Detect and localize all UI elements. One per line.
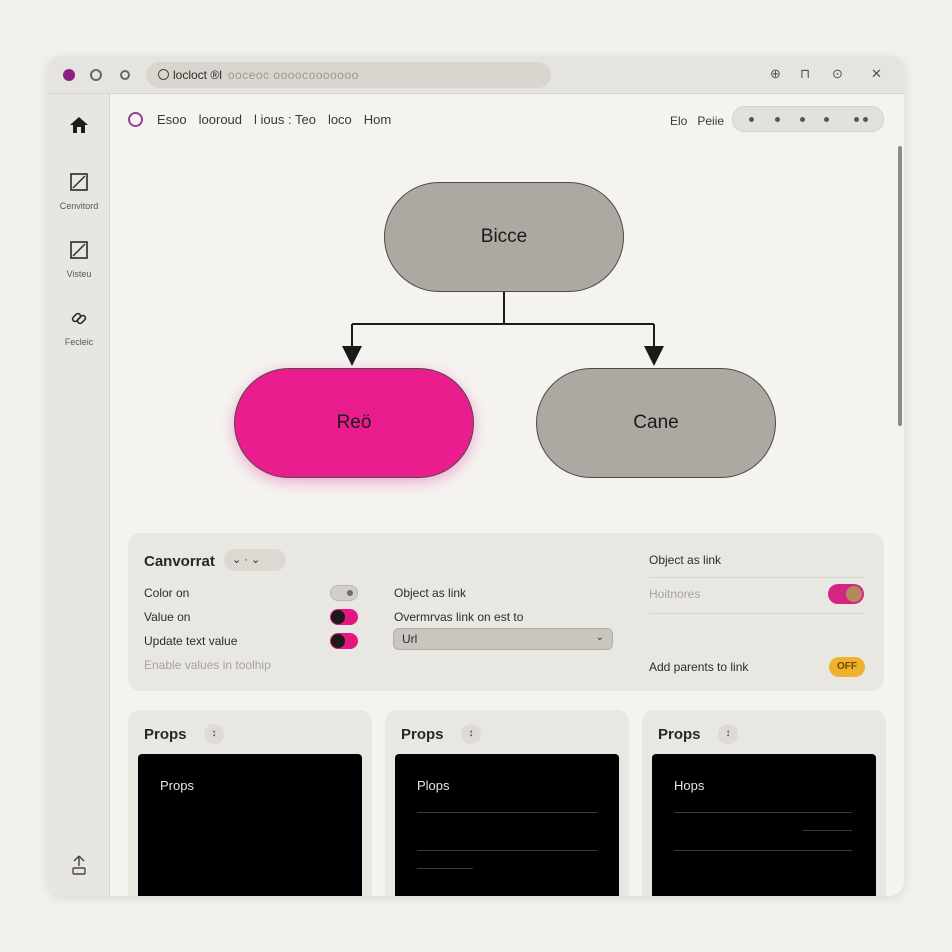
- control-dot[interactable]: [863, 117, 868, 122]
- control-dot[interactable]: [800, 117, 805, 122]
- control-dot[interactable]: [775, 117, 780, 122]
- flow-node-root[interactable]: Bicce: [384, 182, 624, 292]
- card-title: Props: [401, 726, 444, 743]
- divider: [649, 613, 865, 614]
- props-card: Props ↕ Props: [128, 710, 372, 896]
- url-text: locloct ®l: [173, 68, 222, 82]
- breadcrumb: Esoo looroud l ious : Teo loco Hom: [128, 112, 403, 127]
- mode-dropdown[interactable]: ⌄ · ⌄: [224, 549, 286, 571]
- breadcrumb-item[interactable]: looroud: [199, 112, 242, 127]
- control-dot[interactable]: [854, 117, 859, 122]
- chevron-down-icon: ⌄: [595, 632, 604, 643]
- close-icon[interactable]: ✕: [871, 66, 882, 82]
- link-target-select[interactable]: Url ⌄: [393, 628, 613, 650]
- site-info-icon: [158, 69, 169, 80]
- sidebar-item-label: Fecleic: [64, 337, 94, 347]
- title-bar: locloct ®l ooceoc oooocooooooo ⊕ ⊓ ⊙ ✕: [48, 56, 904, 94]
- sidebar-item-link[interactable]: Fecleic: [48, 308, 110, 347]
- close-window-dot[interactable]: [63, 69, 75, 81]
- minimize-window-dot[interactable]: [90, 69, 102, 81]
- color-on-label: Color on: [144, 586, 190, 600]
- sort-icon[interactable]: ↕: [718, 724, 738, 744]
- card-title: Props: [658, 726, 701, 743]
- settings-panel: Canvorrat ⌄ · ⌄ Color on Value on Update…: [128, 533, 884, 691]
- value-on-toggle[interactable]: [330, 609, 358, 625]
- tooltip-values-label: Enable values in toolhip: [144, 658, 271, 672]
- sidebar-item-home[interactable]: [48, 114, 110, 141]
- app-logo-icon: [128, 112, 143, 127]
- home-icon: [70, 117, 88, 133]
- breadcrumb-item[interactable]: loco: [328, 112, 352, 127]
- app-window: locloct ®l ooceoc oooocooooooo ⊕ ⊓ ⊙ ✕ Ce…: [48, 56, 904, 896]
- breadcrumb-item[interactable]: Esoo: [157, 112, 187, 127]
- override-link-label: Overmrvas link on est to: [394, 610, 524, 624]
- props-card: Props ↕ Plops: [385, 710, 629, 896]
- link-target-value: Url: [402, 632, 418, 646]
- toolbar-item[interactable]: Peiie: [697, 114, 724, 128]
- reader-icon[interactable]: ⊓: [800, 66, 810, 82]
- toolbar-right: Elo Peiie: [670, 114, 734, 128]
- card-title: Props: [144, 726, 187, 743]
- flow-node-branch[interactable]: Cane: [536, 368, 776, 478]
- view-icon: [70, 241, 88, 259]
- control-dot[interactable]: [749, 117, 754, 122]
- preview-line: [674, 850, 852, 851]
- card-preview: Props: [138, 754, 362, 896]
- preview-text: Hops: [674, 778, 705, 793]
- url-secondary-text: ooceoc oooocooooooo: [227, 68, 359, 82]
- link-icon: [71, 312, 87, 325]
- breadcrumb-item[interactable]: l ious : Teo: [254, 112, 316, 127]
- sort-icon[interactable]: ↕: [204, 724, 224, 744]
- maximize-window-dot[interactable]: [120, 70, 130, 80]
- preview-line: [674, 812, 852, 813]
- preview-line: [802, 830, 852, 831]
- hotnotes-toggle[interactable]: [828, 584, 864, 604]
- object-link-header: Object as link: [649, 553, 722, 567]
- preview-line: [417, 812, 597, 813]
- card-preview: Hops: [652, 754, 876, 896]
- sidebar: Cenvitord Visteu Fecleic: [48, 94, 110, 896]
- export-icon: [72, 855, 86, 875]
- card-preview: Plops: [395, 754, 619, 896]
- color-on-toggle[interactable]: [330, 585, 358, 601]
- update-text-label: Update text value: [144, 634, 238, 648]
- sidebar-item-view[interactable]: Visteu: [48, 240, 110, 279]
- sidebar-item-label: Visteu: [66, 269, 92, 279]
- divider: [649, 577, 865, 578]
- add-parents-toggle[interactable]: OFF: [829, 657, 865, 677]
- control-dot[interactable]: [824, 117, 829, 122]
- vertical-scrollbar[interactable]: [898, 146, 902, 426]
- toolbar-item[interactable]: Elo: [670, 114, 687, 128]
- value-on-label: Value on: [144, 610, 191, 624]
- preview-line: [417, 850, 597, 851]
- add-parents-label: Add parents to link: [649, 660, 749, 674]
- object-link-label: Object as link: [394, 586, 467, 600]
- view-control-pill[interactable]: [732, 106, 884, 132]
- profile-icon[interactable]: ⊙: [832, 66, 843, 82]
- canvas-icon: [70, 173, 88, 191]
- preview-text: Plops: [417, 778, 450, 793]
- props-card: Props ↕ Hops: [642, 710, 886, 896]
- sidebar-item-export[interactable]: [48, 854, 110, 881]
- hotnotes-label: Hoitnores: [649, 587, 701, 601]
- flow-node-selected[interactable]: Reö: [234, 368, 474, 478]
- sidebar-item-label: Cenvitord: [59, 201, 99, 211]
- extension-icon[interactable]: ⊕: [770, 66, 781, 82]
- settings-title: Canvorrat: [144, 553, 215, 570]
- update-text-toggle[interactable]: [330, 633, 358, 649]
- sidebar-item-canvas[interactable]: Cenvitord: [48, 172, 110, 211]
- preview-line: [417, 868, 473, 869]
- sort-icon[interactable]: ↕: [461, 724, 481, 744]
- preview-text: Props: [160, 778, 194, 793]
- address-bar[interactable]: locloct ®l ooceoc oooocooooooo: [146, 62, 551, 88]
- breadcrumb-item[interactable]: Hom: [364, 112, 391, 127]
